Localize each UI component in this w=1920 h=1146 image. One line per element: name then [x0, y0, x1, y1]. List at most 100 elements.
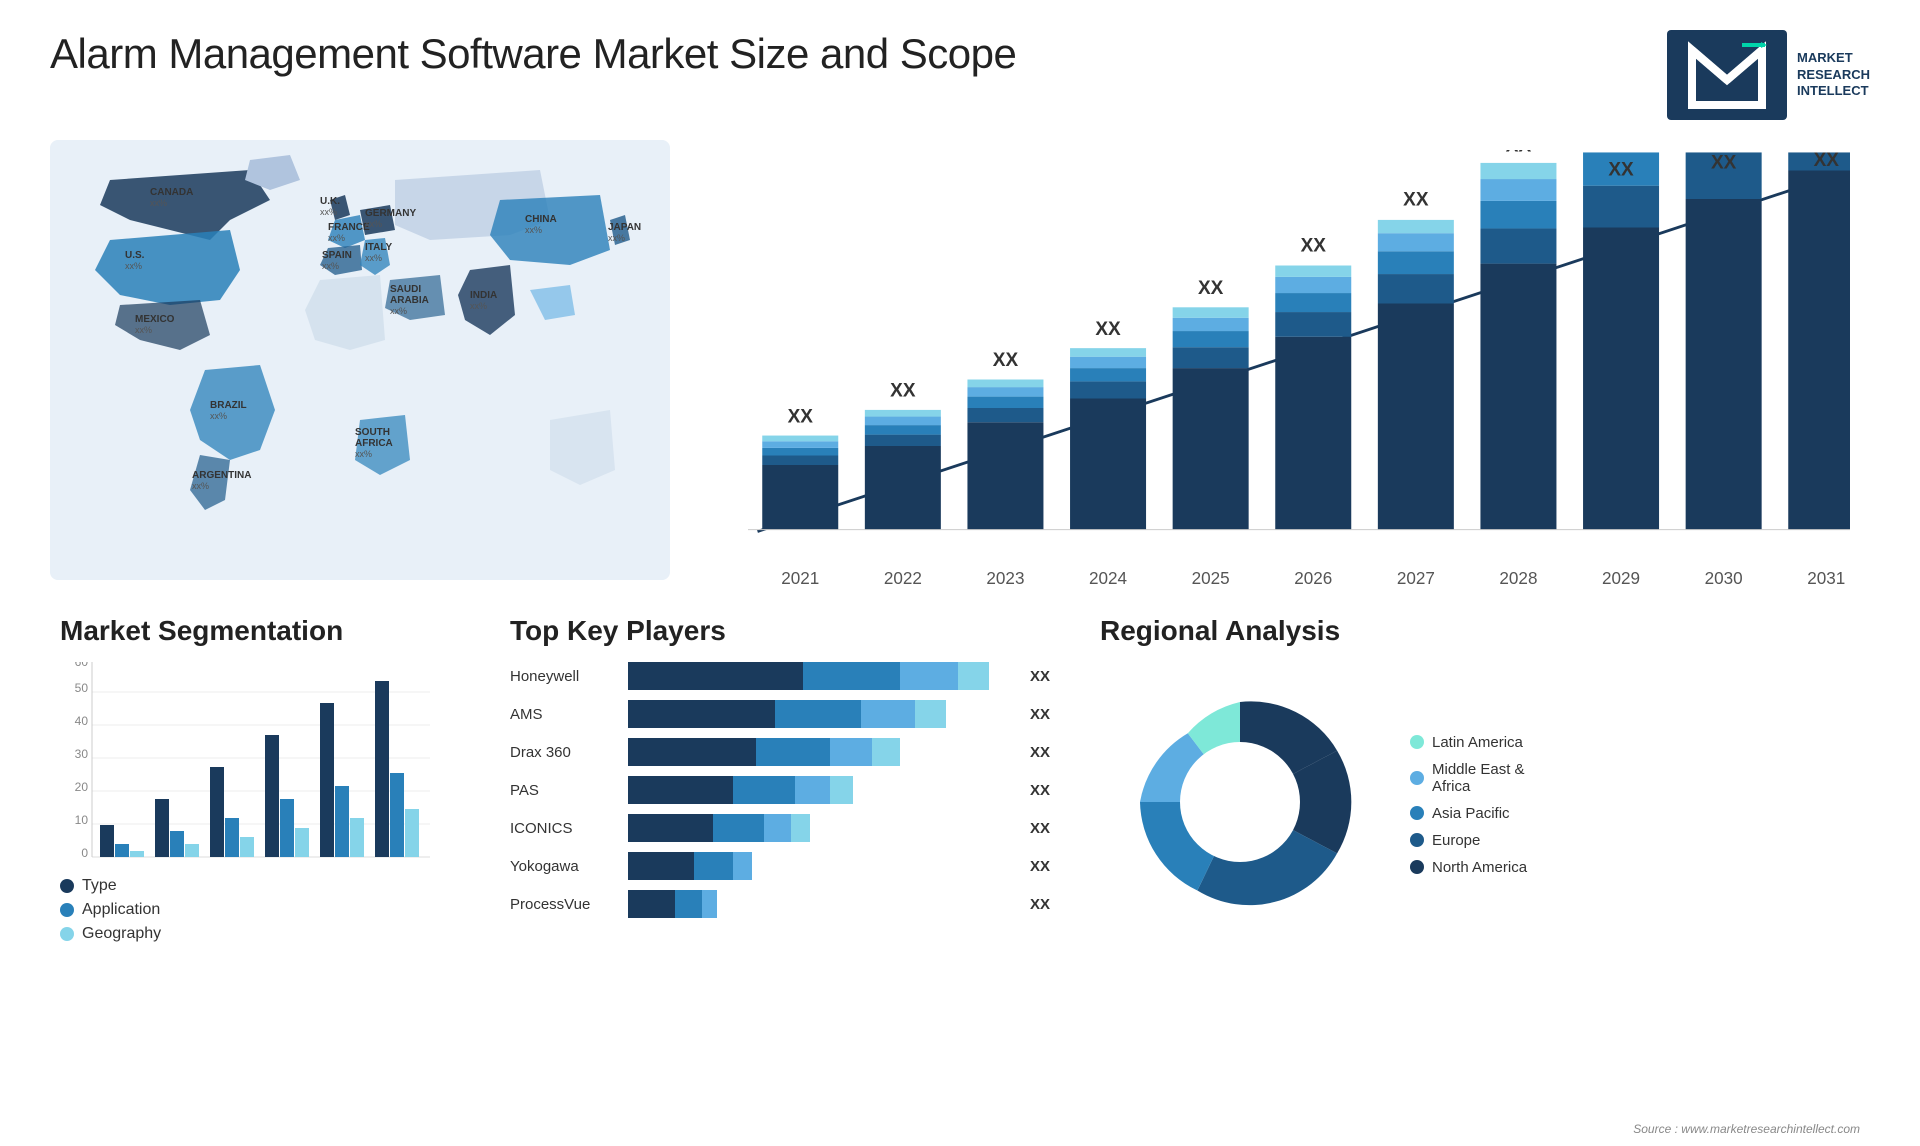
- svg-text:XX: XX: [1506, 150, 1532, 157]
- svg-text:2025: 2025: [1192, 569, 1230, 588]
- player-xx-honeywell: XX: [1030, 668, 1050, 685]
- svg-text:SPAIN: SPAIN: [322, 250, 352, 261]
- svg-text:2021: 2021: [781, 569, 819, 588]
- svg-text:2026: 2026: [1294, 569, 1332, 588]
- regional-legend: Latin America Middle East &Africa Asia P…: [1410, 734, 1527, 876]
- reg-asia-pacific: Asia Pacific: [1410, 805, 1527, 822]
- app-label: Application: [82, 901, 160, 919]
- svg-text:xx%: xx%: [525, 225, 542, 235]
- svg-text:XX: XX: [1711, 153, 1737, 174]
- svg-text:50: 50: [75, 681, 89, 695]
- svg-text:XX: XX: [1403, 190, 1429, 211]
- reg-north-america: North America: [1410, 859, 1527, 876]
- svg-text:FRANCE: FRANCE: [328, 222, 370, 233]
- svg-text:BRAZIL: BRAZIL: [210, 400, 247, 411]
- svg-text:xx%: xx%: [322, 261, 339, 271]
- logo-text: MARKET RESEARCH INTELLECT: [1797, 50, 1870, 101]
- player-yokogawa: Yokogawa XX: [510, 852, 1050, 880]
- type-dot: [60, 879, 74, 893]
- world-map-section: CANADA xx% U.S. xx% MEXICO xx% BRAZIL xx…: [50, 140, 670, 580]
- svg-text:2029: 2029: [1602, 569, 1640, 588]
- svg-text:XX: XX: [890, 381, 916, 402]
- svg-text:CHINA: CHINA: [525, 214, 557, 225]
- geo-label: Geography: [82, 925, 161, 943]
- svg-text:2022: 2022: [884, 569, 922, 588]
- player-name-yokogawa: Yokogawa: [510, 858, 620, 875]
- source-text: Source : www.marketresearchintellect.com: [1633, 1122, 1860, 1136]
- player-name-drax360: Drax 360: [510, 744, 620, 761]
- svg-text:10: 10: [75, 813, 89, 827]
- svg-text:U.K.: U.K.: [320, 196, 340, 207]
- player-bar-iconics: [628, 814, 1016, 842]
- svg-text:2024: 2024: [1089, 569, 1127, 588]
- segmentation-legend: Type Application Geography: [60, 877, 460, 943]
- player-bar-yokogawa: [628, 852, 1016, 880]
- logo-icon: [1687, 40, 1767, 110]
- world-map-svg: CANADA xx% U.S. xx% MEXICO xx% BRAZIL xx…: [50, 140, 670, 580]
- svg-text:U.S.: U.S.: [125, 250, 145, 261]
- asia-pacific-dot: [1410, 806, 1424, 820]
- svg-text:20: 20: [75, 780, 89, 794]
- svg-text:XX: XX: [1301, 235, 1327, 256]
- svg-text:xx%: xx%: [135, 325, 152, 335]
- player-bar-drax360: [628, 738, 1016, 766]
- svg-text:XX: XX: [993, 350, 1019, 371]
- player-name-honeywell: Honeywell: [510, 668, 620, 685]
- page-title: Alarm Management Software Market Size an…: [50, 30, 1016, 78]
- svg-text:0: 0: [81, 846, 88, 860]
- bar-chart-section: XX 2021 XX 2022 XX 2023: [690, 140, 1870, 595]
- svg-text:60: 60: [75, 662, 89, 669]
- svg-text:SAUDI: SAUDI: [390, 284, 421, 295]
- north-america-dot: [1410, 860, 1424, 874]
- reg-middle-east: Middle East &Africa: [1410, 761, 1527, 795]
- svg-text:MEXICO: MEXICO: [135, 314, 175, 325]
- svg-text:JAPAN: JAPAN: [608, 222, 641, 233]
- page-container: Alarm Management Software Market Size an…: [0, 0, 1920, 1146]
- svg-text:ARGENTINA: ARGENTINA: [192, 470, 251, 481]
- north-america-label: North America: [1432, 859, 1527, 876]
- svg-text:XX: XX: [1814, 150, 1840, 171]
- reg-europe: Europe: [1410, 832, 1527, 849]
- player-xx-ams: XX: [1030, 706, 1050, 723]
- geo-dot: [60, 927, 74, 941]
- legend-geography: Geography: [60, 925, 460, 943]
- svg-text:xx%: xx%: [150, 198, 167, 208]
- svg-text:xx%: xx%: [125, 261, 142, 271]
- donut-chart-container: [1100, 662, 1380, 947]
- asia-pacific-label: Asia Pacific: [1432, 805, 1510, 822]
- player-bar-pas: [628, 776, 1016, 804]
- svg-text:xx%: xx%: [320, 207, 337, 217]
- segmentation-title: Market Segmentation: [60, 615, 460, 647]
- player-xx-pas: XX: [1030, 782, 1050, 799]
- player-bar-ams: [628, 700, 1016, 728]
- svg-text:xx%: xx%: [365, 219, 382, 229]
- svg-text:XX: XX: [1095, 319, 1121, 340]
- player-ams: AMS XX: [510, 700, 1050, 728]
- logo-box: [1667, 30, 1787, 120]
- player-drax360: Drax 360 XX: [510, 738, 1050, 766]
- middle-east-dot: [1410, 771, 1424, 785]
- svg-text:AFRICA: AFRICA: [355, 438, 393, 449]
- player-pas: PAS XX: [510, 776, 1050, 804]
- svg-text:40: 40: [75, 714, 89, 728]
- latin-america-label: Latin America: [1432, 734, 1523, 751]
- player-processvue: ProcessVue XX: [510, 890, 1050, 918]
- svg-text:2027: 2027: [1397, 569, 1435, 588]
- svg-text:xx%: xx%: [210, 411, 227, 421]
- europe-dot: [1410, 833, 1424, 847]
- app-dot: [60, 903, 74, 917]
- svg-text:2023: 2023: [986, 569, 1024, 588]
- legend-application: Application: [60, 901, 460, 919]
- svg-text:xx%: xx%: [192, 481, 209, 491]
- regional-title: Regional Analysis: [1100, 615, 1860, 647]
- svg-text:2030: 2030: [1705, 569, 1743, 588]
- svg-text:INDIA: INDIA: [470, 290, 497, 301]
- svg-text:2028: 2028: [1499, 569, 1537, 588]
- player-xx-processvue: XX: [1030, 896, 1050, 913]
- svg-text:xx%: xx%: [390, 306, 407, 316]
- regional-section: Regional Analysis: [1090, 615, 1870, 947]
- svg-text:xx%: xx%: [365, 253, 382, 263]
- player-bar-honeywell: [628, 662, 1016, 690]
- svg-text:GERMANY: GERMANY: [365, 208, 416, 219]
- player-xx-iconics: XX: [1030, 820, 1050, 837]
